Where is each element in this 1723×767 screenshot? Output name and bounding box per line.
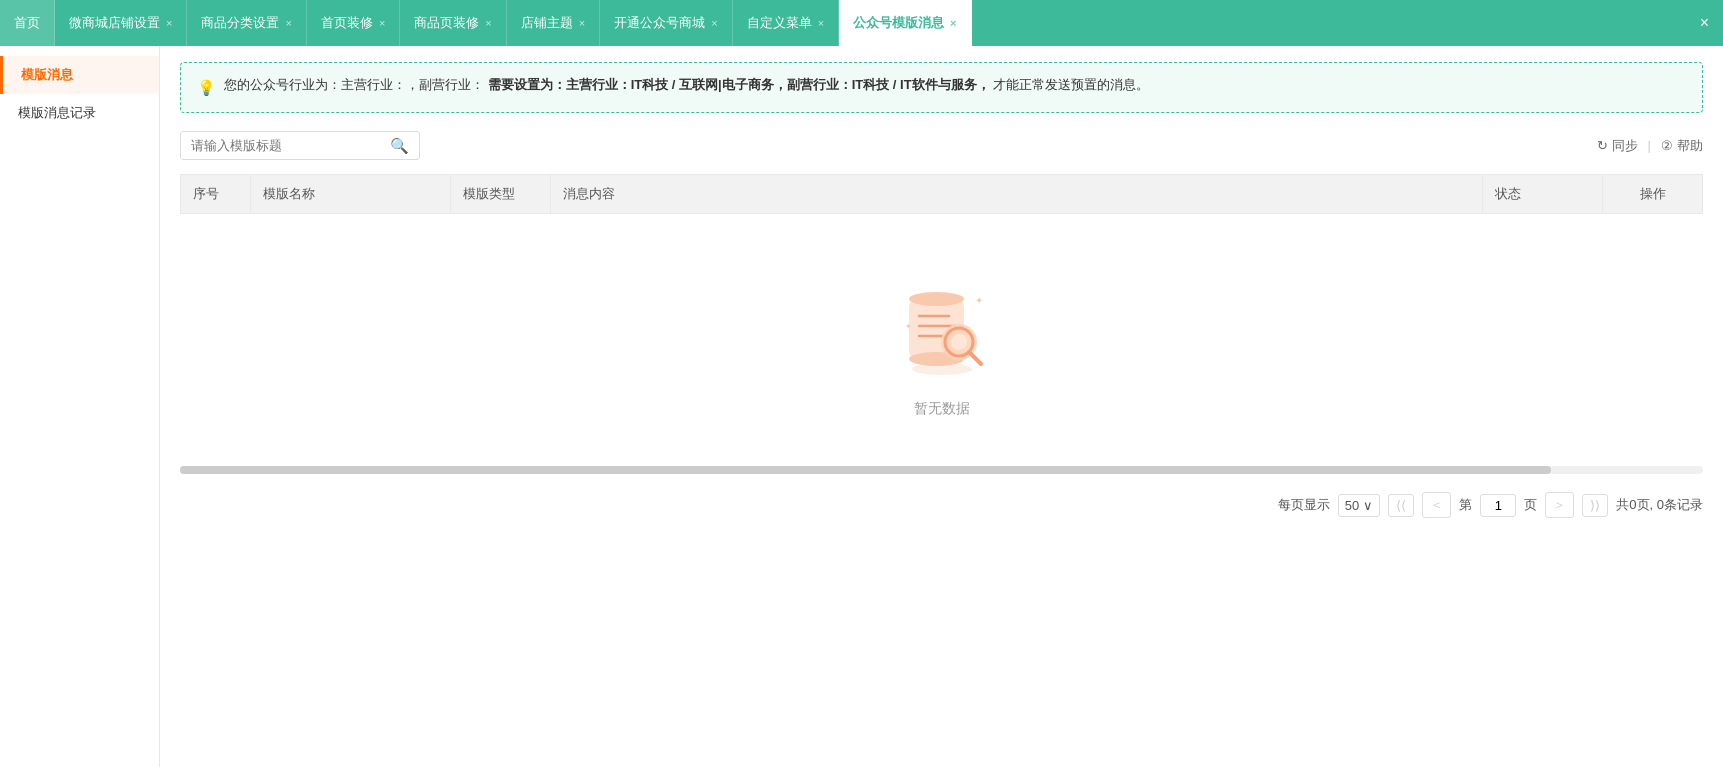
global-close-button[interactable]: × — [1686, 0, 1723, 46]
nav-item-8[interactable]: 公众号模版消息 × — [839, 0, 971, 46]
page-label: 页 — [1524, 496, 1537, 514]
table-header-row: 序号 模版名称 模版类型 消息内容 状态 操作 — [181, 175, 1703, 214]
nav-item-4[interactable]: 商品页装修 × — [400, 0, 506, 46]
svg-point-2 — [909, 292, 964, 306]
nav-item-label-6: 开通公众号商城 — [614, 14, 705, 32]
search-actions: ↻ 同步 | ② 帮助 — [1597, 137, 1703, 155]
page-number-input[interactable] — [1480, 494, 1516, 517]
nav-item-label-4: 商品页装修 — [414, 14, 479, 32]
svg-text:✦: ✦ — [905, 322, 912, 331]
nav-item-label-8: 公众号模版消息 — [853, 14, 944, 32]
nav-item-5[interactable]: 店铺主题 × — [507, 0, 600, 46]
empty-state: ✦ ✦ 暂无数据 — [180, 214, 1703, 458]
nav-item-label-0: 首页 — [14, 14, 40, 32]
col-header-type: 模版类型 — [451, 175, 551, 214]
per-page-label: 每页显示 — [1278, 496, 1330, 514]
next-page-button[interactable]: ＞ — [1545, 492, 1574, 518]
prev-page-button[interactable]: ＜ — [1422, 492, 1451, 518]
search-button[interactable]: 🔍 — [380, 137, 419, 155]
bulb-icon: 💡 — [197, 76, 216, 100]
search-input[interactable] — [181, 132, 380, 159]
col-header-name: 模版名称 — [251, 175, 451, 214]
dropdown-chevron-icon: ∨ — [1363, 498, 1373, 513]
data-table: 序号 模版名称 模版类型 消息内容 状态 操作 — [180, 174, 1703, 214]
nav-item-label-5: 店铺主题 — [521, 14, 573, 32]
notice-banner: 💡 您的公众号行业为：主营行业：，副营行业： 需要设置为：主营行业：IT科技 /… — [180, 62, 1703, 113]
nav-item-7[interactable]: 自定义菜单 × — [733, 0, 839, 46]
scrollbar-thumb[interactable] — [180, 466, 1551, 474]
main-layout: 模版消息模版消息记录 💡 您的公众号行业为：主营行业：，副营行业： 需要设置为：… — [0, 46, 1723, 767]
nav-item-label-1: 微商城店铺设置 — [69, 14, 160, 32]
col-header-action: 操作 — [1603, 175, 1703, 214]
svg-text:✦: ✦ — [975, 295, 983, 306]
nav-item-3[interactable]: 首页装修 × — [307, 0, 400, 46]
sidebar-item-0[interactable]: 模版消息 — [0, 56, 159, 94]
page-prefix: 第 — [1459, 496, 1472, 514]
help-icon: ② — [1661, 138, 1673, 153]
pagination: 每页显示 50 ∨ ⟨⟨ ＜ 第 页 ＞ ⟩⟩ 共0页, 0条记录 — [180, 482, 1703, 528]
sync-icon: ↻ — [1597, 138, 1608, 153]
horizontal-scrollbar[interactable] — [180, 466, 1703, 474]
notice-text: 您的公众号行业为：主营行业：，副营行业： 需要设置为：主营行业：IT科技 / 互… — [224, 75, 1149, 96]
empty-illustration: ✦ ✦ — [887, 274, 997, 384]
nav-item-close-5[interactable]: × — [579, 17, 585, 29]
sidebar: 模版消息模版消息记录 — [0, 46, 160, 767]
nav-item-label-3: 首页装修 — [321, 14, 373, 32]
nav-item-close-3[interactable]: × — [379, 17, 385, 29]
search-input-wrapper: 🔍 — [180, 131, 420, 160]
sync-button[interactable]: ↻ 同步 — [1597, 137, 1638, 155]
svg-line-9 — [969, 352, 981, 364]
total-info: 共0页, 0条记录 — [1616, 496, 1703, 514]
empty-text: 暂无数据 — [914, 400, 970, 418]
nav-item-close-4[interactable]: × — [485, 17, 491, 29]
nav-item-close-7[interactable]: × — [818, 17, 824, 29]
top-nav: 首页微商城店铺设置×商品分类设置×首页装修×商品页装修×店铺主题×开通公众号商城… — [0, 0, 1723, 46]
nav-item-2[interactable]: 商品分类设置 × — [187, 0, 306, 46]
nav-item-1[interactable]: 微商城店铺设置 × — [55, 0, 187, 46]
nav-item-close-8[interactable]: × — [950, 17, 956, 29]
nav-item-close-6[interactable]: × — [711, 17, 717, 29]
nav-item-close-2[interactable]: × — [285, 17, 291, 29]
first-page-button[interactable]: ⟨⟨ — [1388, 494, 1414, 517]
divider: | — [1648, 138, 1651, 153]
per-page-select[interactable]: 50 ∨ — [1338, 494, 1380, 517]
search-bar: 🔍 ↻ 同步 | ② 帮助 — [180, 131, 1703, 160]
col-header-seq: 序号 — [181, 175, 251, 214]
last-page-button[interactable]: ⟩⟩ — [1582, 494, 1608, 517]
col-header-content: 消息内容 — [551, 175, 1483, 214]
sidebar-item-1[interactable]: 模版消息记录 — [0, 94, 159, 132]
nav-item-6[interactable]: 开通公众号商城 × — [600, 0, 732, 46]
svg-point-10 — [951, 334, 967, 350]
col-header-status: 状态 — [1483, 175, 1603, 214]
nav-item-label-7: 自定义菜单 — [747, 14, 812, 32]
help-button[interactable]: ② 帮助 — [1661, 137, 1703, 155]
nav-item-label-2: 商品分类设置 — [201, 14, 279, 32]
main-content: 💡 您的公众号行业为：主营行业：，副营行业： 需要设置为：主营行业：IT科技 /… — [160, 46, 1723, 767]
nav-item-close-1[interactable]: × — [166, 17, 172, 29]
nav-item-0[interactable]: 首页 — [0, 0, 55, 46]
table-scroll-area: 序号 模版名称 模版类型 消息内容 状态 操作 — [180, 174, 1703, 482]
